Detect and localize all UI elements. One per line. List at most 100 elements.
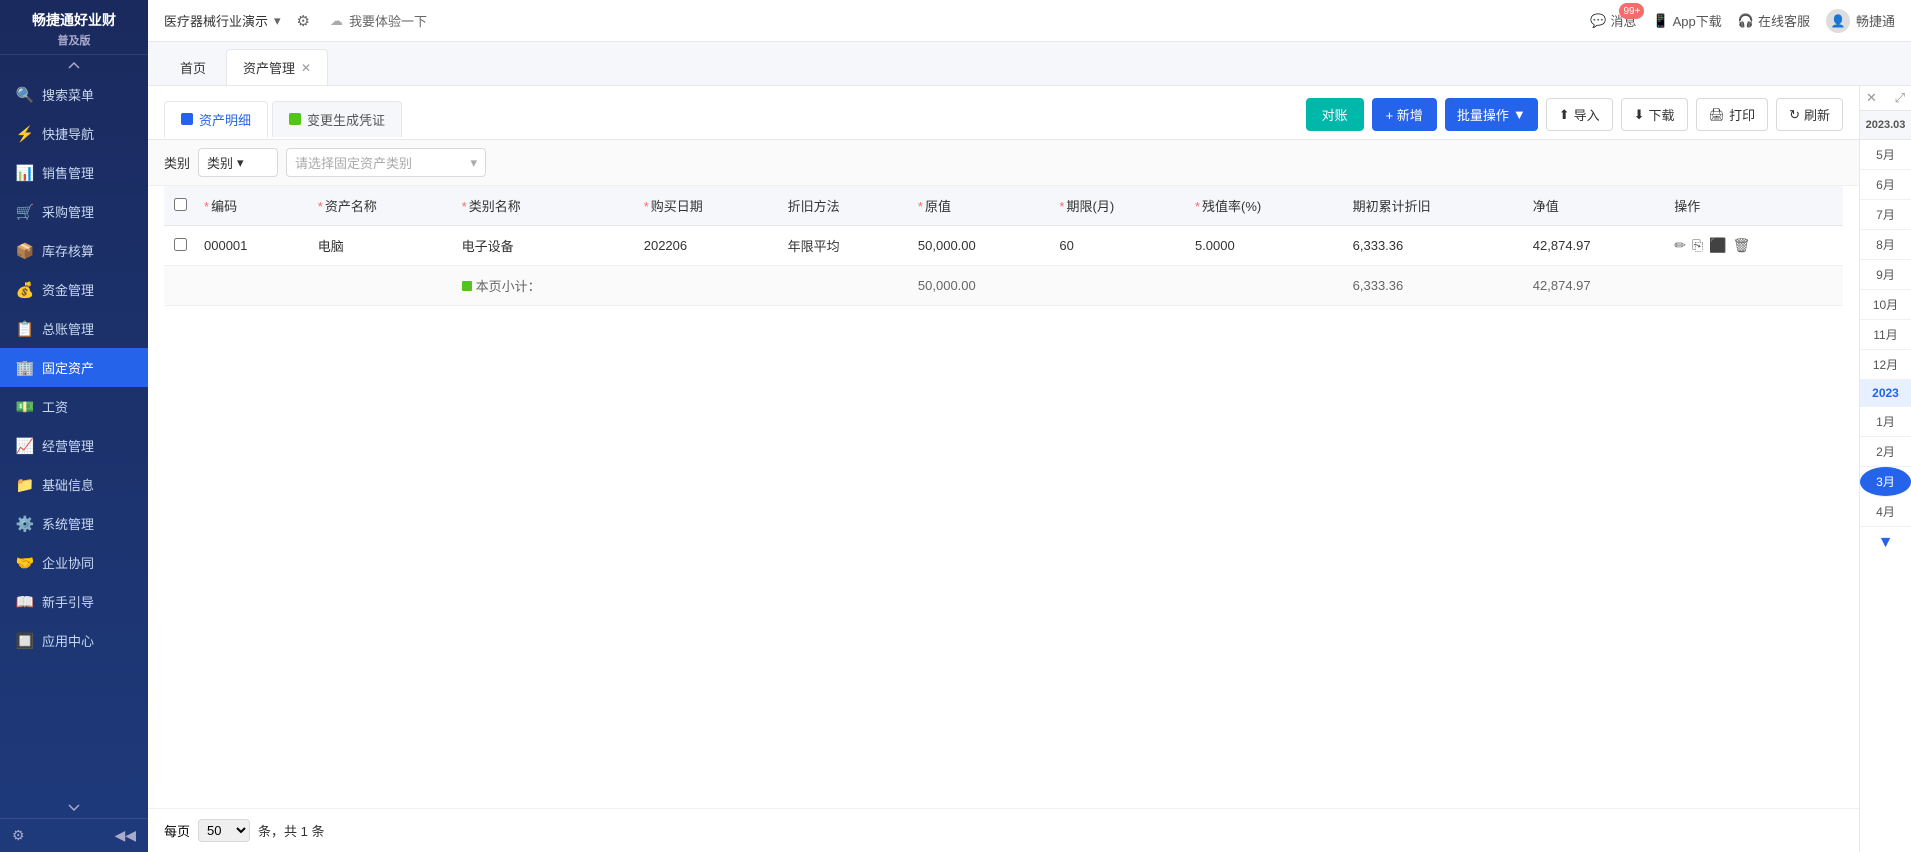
calendar-close-icon[interactable]: ✕	[1866, 90, 1877, 106]
category-type-select[interactable]: 类别 ▾	[198, 148, 278, 177]
category-type-caret-icon: ▾	[237, 155, 244, 171]
download-button[interactable]: ⬇ 下载	[1621, 98, 1688, 131]
table-row: 000001 电脑 电子设备 202206 年限平均 50,000.00 60 …	[164, 226, 1843, 266]
calendar-month-3-active[interactable]: 3月	[1860, 467, 1911, 497]
th-actions: 操作	[1666, 186, 1843, 226]
subtotal-accum-depreciation: 6,333.36	[1345, 266, 1525, 306]
topbar: 医疗器械行业演示 ▾ ⚙ ☁ 我要体验一下 💬 消息 99+ 📱 App下载 🎧…	[148, 0, 1911, 42]
sidebar-scroll-down[interactable]	[0, 798, 148, 818]
subtotal-original-value: 50,000.00	[910, 266, 1052, 306]
download-icon: 📱	[1652, 13, 1668, 29]
calendar-month-12[interactable]: 12月	[1860, 350, 1911, 380]
wallet-icon: 💵	[16, 398, 34, 416]
company-selector[interactable]: 医疗器械行业演示 ▾	[164, 11, 281, 30]
sidebar-item-payroll[interactable]: 💵 工资	[0, 387, 148, 426]
batch-button[interactable]: 批量操作 ▼	[1445, 98, 1538, 131]
sidebar-item-enterprise[interactable]: 🤝 企业协同	[0, 543, 148, 582]
th-accum-depreciation: 期初累计折旧	[1345, 186, 1525, 226]
category-caret-icon: ▾	[470, 155, 477, 171]
calendar-month-5[interactable]: 5月	[1860, 140, 1911, 170]
sidebar-item-purchase[interactable]: 🛒 采购管理	[0, 192, 148, 231]
calendar-month-8[interactable]: 8月	[1860, 230, 1911, 260]
user-menu[interactable]: 👤 畅捷通	[1826, 9, 1895, 33]
subtab-asset-detail[interactable]: 资产明细	[164, 101, 268, 138]
subtab-change-voucher[interactable]: 变更生成凭证	[272, 101, 402, 137]
calendar-month-11[interactable]: 11月	[1860, 320, 1911, 350]
tab-asset-mgmt[interactable]: 资产管理 ✕	[226, 49, 328, 85]
sidebar-item-funds[interactable]: 💰 资金管理	[0, 270, 148, 309]
sidebar-item-label: 总账管理	[42, 319, 94, 338]
experience-btn[interactable]: ☁ 我要体验一下	[330, 11, 427, 30]
sidebar-item-label: 经营管理	[42, 436, 94, 455]
tabbar: 首页 资产管理 ✕	[148, 42, 1911, 86]
ledger-icon: 📋	[16, 320, 34, 338]
copy-icon[interactable]: ⎘	[1692, 237, 1703, 254]
grid-icon: 🔲	[16, 632, 34, 650]
sidebar-nav: 🔍 搜索菜单 ⚡ 快捷导航 📊 销售管理 🛒 采购管理 📦 库存核算 💰 资金管…	[0, 75, 148, 798]
row-net-value: 42,874.97	[1525, 226, 1667, 266]
calendar-month-7[interactable]: 7月	[1860, 200, 1911, 230]
sidebar-item-basic-info[interactable]: 📁 基础信息	[0, 465, 148, 504]
calendar-month-2[interactable]: 2月	[1860, 437, 1911, 467]
sidebar-item-sales[interactable]: 📊 销售管理	[0, 153, 148, 192]
sidebar-item-quick-nav[interactable]: ⚡ 快捷导航	[0, 114, 148, 153]
sidebar-scroll-up[interactable]	[0, 55, 148, 75]
subtotal-empty-name	[310, 266, 454, 306]
calendar-expand-icon[interactable]: ⤢	[1895, 90, 1905, 106]
sidebar-item-fixed-assets[interactable]: 🏢 固定资产	[0, 348, 148, 387]
add-button[interactable]: + 新增	[1372, 98, 1437, 131]
sidebar-item-system[interactable]: ⚙️ 系统管理	[0, 504, 148, 543]
app-download-btn[interactable]: 📱 App下载	[1652, 11, 1721, 30]
sidebar-item-app-center[interactable]: 🔲 应用中心	[0, 621, 148, 660]
sidebar-item-guide[interactable]: 📖 新手引导	[0, 582, 148, 621]
sidebar-item-label: 系统管理	[42, 514, 94, 533]
sidebar-item-search[interactable]: 🔍 搜索菜单	[0, 75, 148, 114]
sidebar-item-operations[interactable]: 📈 经营管理	[0, 426, 148, 465]
download-icon: ⬇	[1634, 107, 1645, 123]
select-all-checkbox[interactable]	[174, 198, 187, 211]
sidebar-item-label: 快捷导航	[42, 124, 94, 143]
calendar-panel: ✕ ⤢ 2023.03 5月 6月 7月 8月 9月 10月 11月 12月 2…	[1859, 86, 1911, 852]
print-button[interactable]: 🖨 打印	[1696, 98, 1769, 131]
per-page-select[interactable]: 50 100	[198, 819, 250, 842]
collapse-icon[interactable]: ◀◀	[114, 827, 136, 844]
delete-icon[interactable]: 🗑	[1733, 237, 1751, 254]
headset-icon: 🎧	[1738, 13, 1754, 29]
settings-icon[interactable]: ⚙	[12, 827, 25, 844]
chart-icon: 📊	[16, 164, 34, 182]
calendar-month-1[interactable]: 1月	[1860, 407, 1911, 437]
download-label: 下载	[1649, 105, 1675, 124]
company-settings-icon[interactable]: ⚙	[297, 12, 310, 30]
calendar-down-btn[interactable]: ▼	[1874, 531, 1898, 555]
sidebar-item-label: 库存核算	[42, 241, 94, 260]
app-logo: 畅捷通好业财 普及版	[0, 0, 148, 55]
tab-close-icon[interactable]: ✕	[301, 61, 311, 75]
sidebar: 畅捷通好业财 普及版 🔍 搜索菜单 ⚡ 快捷导航 📊 销售管理 🛒 采购管理 📦…	[0, 0, 148, 852]
import-button[interactable]: ⬆ 导入	[1546, 98, 1613, 131]
sidebar-item-inventory[interactable]: 📦 库存核算	[0, 231, 148, 270]
sidebar-item-ledger[interactable]: 📋 总账管理	[0, 309, 148, 348]
avatar: 👤	[1826, 9, 1850, 33]
th-original-value: *原值	[910, 186, 1052, 226]
online-service-btn[interactable]: 🎧 在线客服	[1738, 11, 1810, 30]
filter-row: 类别 类别 ▾ 请选择固定资产类别 ▾	[148, 140, 1859, 186]
content-area: 资产明细 变更生成凭证 对账 + 新增 批量操作 ▼ ⬆ 导入	[148, 86, 1911, 852]
calendar-month-10[interactable]: 10月	[1860, 290, 1911, 320]
subtotal-empty-residual	[1187, 266, 1345, 306]
sidebar-item-label: 搜索菜单	[42, 85, 94, 104]
asset-table: *编码 *资产名称 *类别名称 *购买日期 折旧方法 *原值 *期限(月) *残…	[164, 186, 1843, 306]
subtabs: 资产明细 变更生成凭证 对账 + 新增 批量操作 ▼ ⬆ 导入	[148, 86, 1859, 140]
subtab-asset-detail-label: 资产明细	[199, 110, 251, 129]
calendar-month-9[interactable]: 9月	[1860, 260, 1911, 290]
reconcile-button[interactable]: 对账	[1306, 98, 1364, 131]
action-icons: ✏ ⎘ ⬛ 🗑	[1674, 237, 1835, 254]
calendar-month-4[interactable]: 4月	[1860, 497, 1911, 527]
calendar-month-6[interactable]: 6月	[1860, 170, 1911, 200]
tab-home[interactable]: 首页	[164, 50, 222, 85]
messages-btn[interactable]: 💬 消息 99+	[1590, 11, 1636, 30]
edit-icon[interactable]: ✏	[1674, 237, 1686, 254]
refresh-button[interactable]: ↻ 刷新	[1776, 98, 1843, 131]
row-checkbox[interactable]	[174, 238, 187, 251]
more-icon[interactable]: ⬛	[1709, 237, 1726, 254]
category-filter-select[interactable]: 请选择固定资产类别 ▾	[286, 148, 486, 177]
